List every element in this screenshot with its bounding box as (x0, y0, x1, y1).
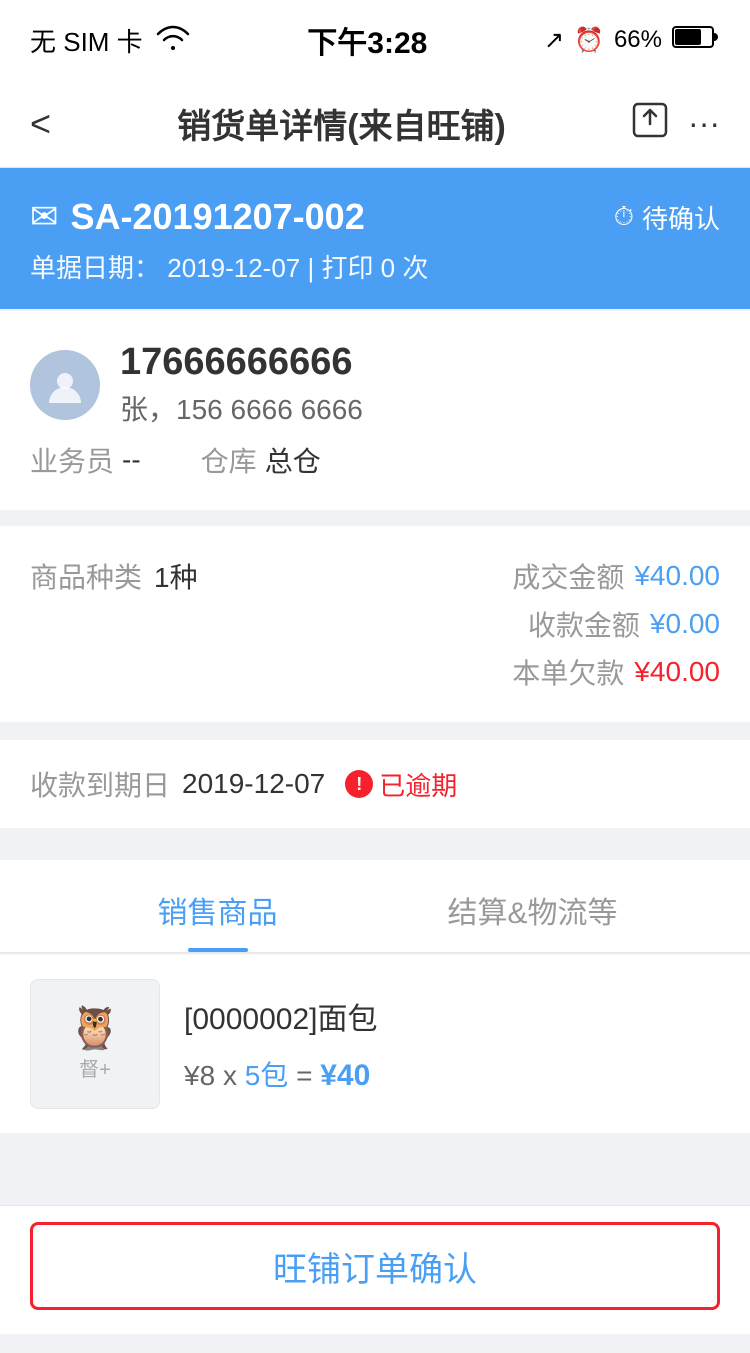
customer-phone: 17666666666 (120, 341, 363, 384)
tab-sales-products[interactable]: 销售商品 (60, 860, 375, 952)
due-date-section: 收款到期日 2019-12-07 ! 已逾期 (0, 740, 750, 828)
status-bar: 无 SIM 卡 下午3:28 ↗ ⏰ 66% (0, 0, 750, 80)
bottom-bar: 旺铺订单确认 (0, 1205, 750, 1334)
product-total: ¥40 (320, 1059, 370, 1092)
received-label: 收款金额 (528, 604, 640, 644)
amount-label: 成交金额 (512, 556, 624, 596)
wifi-icon (155, 24, 191, 57)
due-date-value: 2019-12-07 (182, 768, 325, 800)
product-thumb-owl: 🦉 (69, 1007, 121, 1049)
product-thumbnail: 🦉 督+ (30, 979, 160, 1109)
overdue-icon: ! (345, 770, 373, 798)
summary-section: 商品种类 1种 成交金额 ¥40.00 收款金额 ¥0.00 本单欠款 ¥40.… (0, 526, 750, 722)
more-button[interactable]: ··· (688, 105, 720, 142)
battery-icon (672, 24, 720, 57)
tabs-row: 销售商品 结算&物流等 (0, 860, 750, 952)
customer-avatar (30, 350, 100, 420)
product-qty: 5包 (245, 1060, 289, 1091)
overdue-text: 已逾期 (379, 766, 457, 803)
owed-value: ¥40.00 (634, 656, 720, 688)
customer-section: 17666666666 张，156 6666 6666 业务员 -- 仓库 总仓 (0, 311, 750, 510)
product-price-row: ¥8 x 5包 = ¥40 (184, 1054, 720, 1094)
nav-title: 销货单详情(来自旺铺) (177, 99, 506, 148)
status-text: 待确认 (642, 199, 720, 236)
order-status: ⏱ 待确认 (614, 199, 720, 236)
confirm-order-button[interactable]: 旺铺订单确认 (30, 1222, 720, 1310)
product-type-value: 1种 (154, 556, 198, 596)
status-right: ↗ ⏰ 66% (544, 24, 720, 57)
warehouse-label: 仓库 (201, 440, 257, 480)
tabs-section: 销售商品 结算&物流等 (0, 860, 750, 953)
warehouse-value: 总仓 (265, 440, 321, 480)
status-left: 无 SIM 卡 (30, 22, 191, 59)
summary-amounts: 成交金额 ¥40.00 收款金额 ¥0.00 本单欠款 ¥40.00 (512, 556, 720, 692)
divider-3 (0, 828, 750, 844)
order-date: 单据日期： 2019-12-07 | 打印 0 次 (30, 248, 720, 285)
share-button[interactable] (632, 102, 668, 146)
due-label: 收款到期日 (30, 764, 170, 804)
product-info: [0000002]面包 ¥8 x 5包 = ¥40 (184, 994, 720, 1094)
product-section: 🦉 督+ [0000002]面包 ¥8 x 5包 = ¥40 (0, 955, 750, 1133)
customer-meta: 业务员 -- 仓库 总仓 (30, 440, 720, 480)
divider-2 (0, 722, 750, 738)
product-price: ¥8 (184, 1060, 215, 1091)
sales-label: 业务员 (30, 440, 114, 480)
amount-value: ¥40.00 (634, 560, 720, 592)
nav-actions: ··· (632, 102, 720, 146)
sales-value: -- (122, 444, 141, 476)
product-equals: = (296, 1060, 320, 1091)
alarm-icon: ⏰ (574, 26, 604, 55)
overdue-badge: ! 已逾期 (345, 766, 457, 803)
customer-name: 张，156 6666 6666 (120, 388, 363, 428)
status-time: 下午3:28 (307, 18, 427, 62)
owed-label: 本单欠款 (512, 652, 624, 692)
order-header: ✉ SA-20191207-002 ⏱ 待确认 单据日期： 2019-12-07… (0, 168, 750, 309)
tab-settlement[interactable]: 结算&物流等 (375, 860, 690, 952)
order-id: SA-20191207-002 (71, 196, 365, 238)
product-thumb-label: 督+ (79, 1053, 111, 1082)
received-value: ¥0.00 (650, 608, 720, 640)
divider-1 (0, 510, 750, 526)
battery-text: 66% (614, 26, 662, 54)
carrier-text: 无 SIM 卡 (30, 22, 143, 59)
order-icon: ✉ (30, 197, 59, 237)
product-multiply: x (223, 1060, 245, 1091)
product-name: [0000002]面包 (184, 994, 720, 1038)
product-item: 🦉 督+ [0000002]面包 ¥8 x 5包 = ¥40 (30, 979, 720, 1109)
back-button[interactable]: < (30, 103, 51, 145)
status-icon: ⏱ (614, 201, 634, 233)
location-icon: ↗ (544, 26, 564, 55)
nav-bar: < 销货单详情(来自旺铺) ··· (0, 80, 750, 168)
product-type-label: 商品种类 (30, 556, 142, 596)
